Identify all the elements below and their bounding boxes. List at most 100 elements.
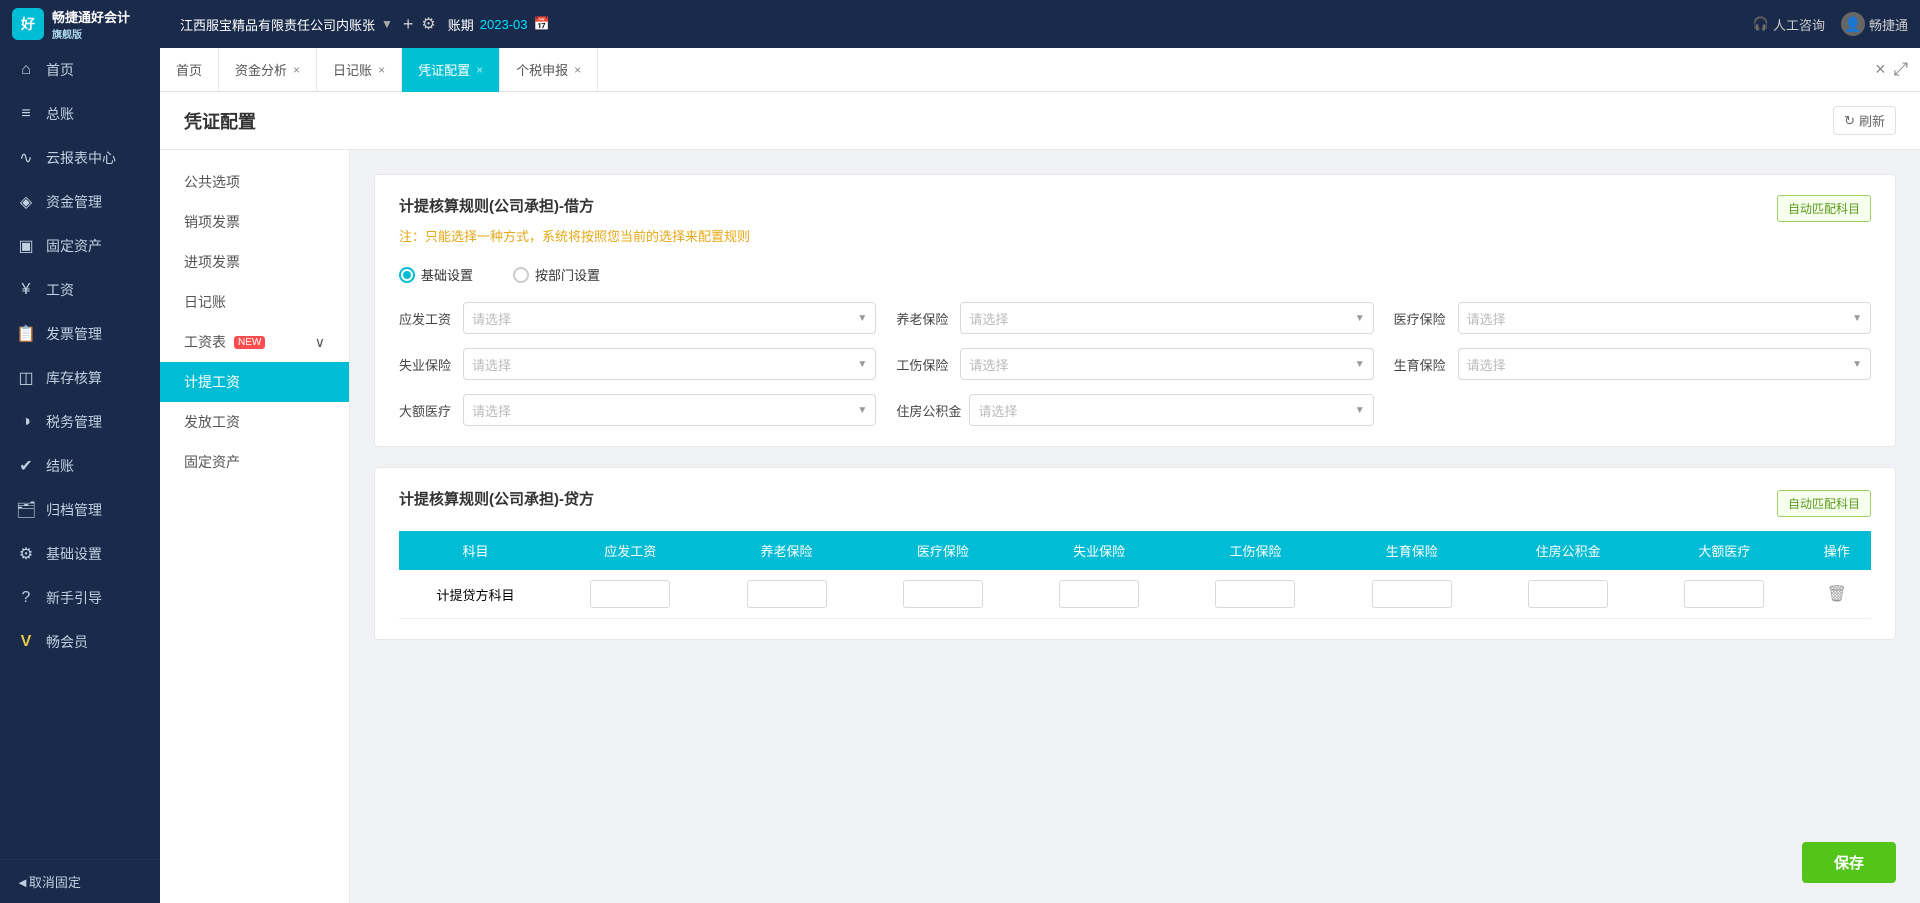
tab-home[interactable]: 首页 [160,48,219,92]
add-button[interactable]: + [403,14,414,35]
company-selector[interactable]: 江西服宝精品有限责任公司内账张 ▼ [180,15,393,34]
sidebar-item-home[interactable]: ⌂ 首页 [0,48,160,92]
col-yiliao: 医疗保险 [865,531,1021,570]
cancel-fixed-label: ◄取消固定 [16,872,81,891]
select-shiye[interactable]: 请选择 ▼ [463,348,876,380]
tab-journal-close[interactable]: × [378,63,385,77]
input-credit-shiye[interactable] [1059,580,1139,608]
sidebar-item-member[interactable]: V 畅会员 [0,620,160,664]
tab-journal[interactable]: 日记账 × [317,48,402,92]
select-yiliao[interactable]: 请选择 ▼ [1458,302,1871,334]
tab-journal-label: 日记账 [333,60,372,79]
left-menu-item-purchase-invoice[interactable]: 进项发票 [160,242,349,282]
left-menu-item-sales-invoice[interactable]: 销项发票 [160,202,349,242]
select-yingfa[interactable]: 请选择 ▼ [463,302,876,334]
debit-auto-match-button[interactable]: 自动匹配科目 [1777,195,1871,222]
assets-icon: ▣ [16,236,36,256]
select-yanglao-arrow: ▼ [1355,313,1365,324]
input-credit-gongjijin[interactable] [1528,580,1608,608]
sidebar-item-closing[interactable]: ✔ 结账 [0,444,160,488]
sidebar: ⌂ 首页 ≡ 总账 ∿ 云报表中心 ◈ 资金管理 ▣ 固定资产 ¥ 工资 📋 发… [0,48,160,903]
radio-basic[interactable]: 基础设置 [399,265,473,284]
input-credit-yingfa[interactable] [590,580,670,608]
input-credit-shengyu[interactable] [1372,580,1452,608]
tab-capital[interactable]: 资金分析 × [219,48,317,92]
select-yanglao[interactable]: 请选择 ▼ [960,302,1373,334]
save-button[interactable]: 保存 [1802,842,1896,883]
col-subject: 科目 [399,531,552,570]
sidebar-item-archive[interactable]: 🗂 归档管理 [0,488,160,532]
select-dale-arrow: ▼ [857,405,867,416]
select-gongjijin[interactable]: 请选择 ▼ [969,394,1373,426]
label-dale: 大额医疗 [399,401,455,420]
tab-capital-close[interactable]: × [293,63,300,77]
sidebar-item-capital[interactable]: ◈ 资金管理 [0,180,160,224]
field-shengyu: 生育保险 请选择 ▼ [1394,348,1871,380]
cancel-fixed-button[interactable]: ◄取消固定 [0,859,160,903]
company-dropdown-icon[interactable]: ▼ [381,17,393,31]
sidebar-item-reports[interactable]: ∿ 云报表中心 [0,136,160,180]
input-credit-dale[interactable] [1684,580,1764,608]
radio-group: 基础设置 按部门设置 [399,265,1871,284]
field-yiliao: 医疗保险 请选择 ▼ [1394,302,1871,334]
left-menu-item-salary-accrual[interactable]: 计提工资 [160,362,349,402]
settings-icon[interactable]: ⚙ [421,14,435,34]
debit-notice: 注：只能选择一种方式，系统将按照您当前的选择来配置规则 [399,226,750,245]
field-gongshang: 工伤保险 请选择 ▼ [896,348,1373,380]
sidebar-item-label: 基础设置 [46,544,102,564]
left-menu-item-fixed-assets[interactable]: 固定资产 [160,442,349,482]
col-dale: 大额医疗 [1646,531,1802,570]
logo-icon: 好 [12,8,44,40]
col-gongshang: 工伤保险 [1177,531,1333,570]
period-value: 2023-03 [480,17,528,32]
sidebar-item-assets[interactable]: ▣ 固定资产 [0,224,160,268]
main-panel: 计提核算规则(公司承担)-借方 注：只能选择一种方式，系统将按照您当前的选择来配… [350,150,1920,903]
sidebar-item-settings[interactable]: ⚙ 基础设置 [0,532,160,576]
expand-arrow-icon: ∨ [315,334,325,351]
left-menu-item-salary-issue[interactable]: 发放工资 [160,402,349,442]
cell-yingfa [552,570,708,619]
user-menu[interactable]: 👤 畅捷通 [1841,12,1908,36]
radio-dept[interactable]: 按部门设置 [513,265,600,284]
refresh-button[interactable]: ↻ 刷新 [1833,106,1896,135]
cell-yiliao [865,570,1021,619]
invoice-icon: 📋 [16,324,36,344]
tab-voucher[interactable]: 凭证配置 × [402,48,500,92]
col-yingfa: 应发工资 [552,531,708,570]
sidebar-item-inventory[interactable]: ◫ 库存核算 [0,356,160,400]
label-yiliao: 医疗保险 [1394,309,1450,328]
field-yanglao: 养老保险 请选择 ▼ [896,302,1373,334]
period-selector[interactable]: 账期 2023-03 📅 [448,15,550,34]
expand-icon[interactable]: ⤢ [1894,59,1908,80]
sidebar-item-guide[interactable]: ? 新手引导 [0,576,160,620]
cell-shiye [1021,570,1177,619]
credit-auto-match-button[interactable]: 自动匹配科目 [1777,490,1871,517]
sidebar-item-label: 固定资产 [46,236,102,256]
sidebar-item-label: 畅会员 [46,632,88,652]
select-dale[interactable]: 请选择 ▼ [463,394,876,426]
avatar: 👤 [1841,12,1865,36]
consult-button[interactable]: 🎧 人工咨询 [1753,15,1825,34]
sidebar-item-label: 首页 [46,60,74,80]
close-all-icon[interactable]: × [1875,59,1886,80]
tab-tax-close[interactable]: × [574,63,581,77]
delete-row-icon[interactable]: 🗑 [1827,586,1847,603]
label-gongshang: 工伤保险 [896,355,952,374]
input-credit-gongshang[interactable] [1215,580,1295,608]
left-menu-item-public[interactable]: 公共选项 [160,162,349,202]
cell-dale [1646,570,1802,619]
tab-voucher-close[interactable]: × [476,63,483,77]
select-shengyu[interactable]: 请选择 ▼ [1458,348,1871,380]
input-credit-yanglao[interactable] [747,580,827,608]
left-menu-item-journal[interactable]: 日记账 [160,282,349,322]
select-gongshang[interactable]: 请选择 ▼ [960,348,1373,380]
sidebar-item-tax[interactable]: ◑ 税务管理 [0,400,160,444]
sidebar-item-salary[interactable]: ¥ 工资 [0,268,160,312]
sidebar-item-invoice[interactable]: 📋 发票管理 [0,312,160,356]
sidebar-item-ledger[interactable]: ≡ 总账 [0,92,160,136]
calendar-icon[interactable]: 📅 [534,16,550,32]
input-credit-yiliao[interactable] [903,580,983,608]
left-menu-item-salary-table[interactable]: 工资表 NEW ∨ [160,322,349,362]
member-icon: V [16,633,36,651]
tab-tax[interactable]: 个税申报 × [500,48,598,92]
